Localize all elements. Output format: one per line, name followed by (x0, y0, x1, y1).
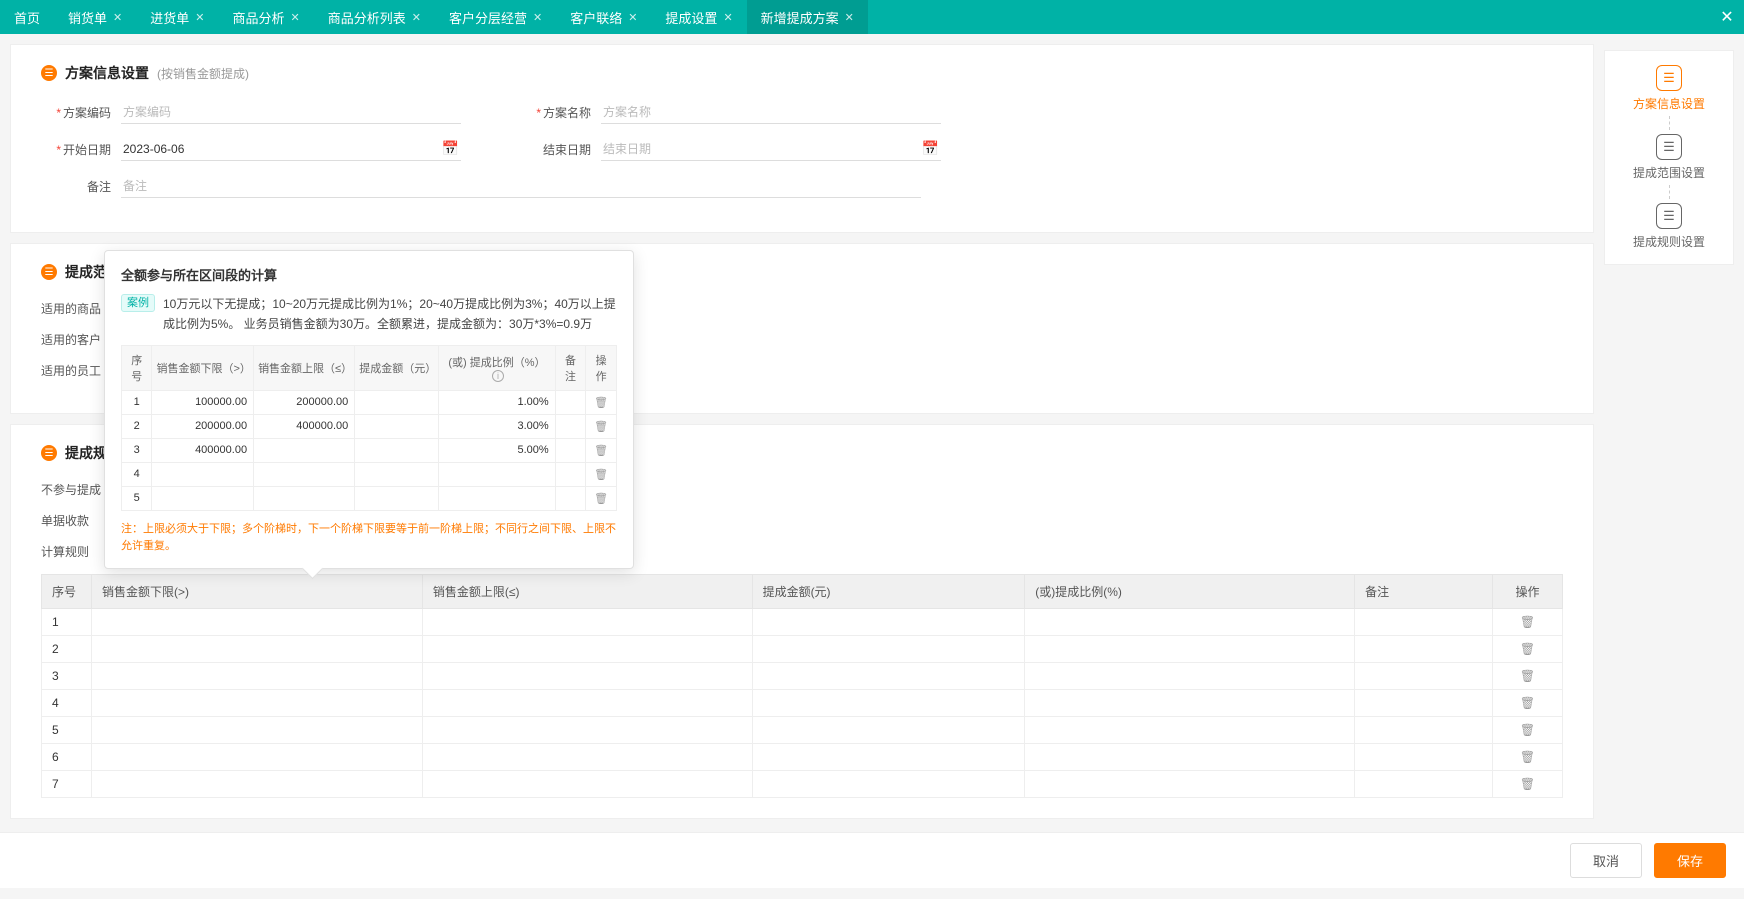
table-row: 1100000.00200000.001.00%🗑 (122, 390, 617, 414)
table-row: 3400000.005.00%🗑 (122, 438, 617, 462)
close-icon[interactable]: ✕ (723, 11, 732, 24)
example-table: 序号 销售金额下限（>） 销售金额上限（≤） 提成金额（元） (或) 提成比例（… (121, 345, 617, 511)
tab-product-analysis-list[interactable]: 商品分析列表✕ (314, 0, 435, 34)
tab-new-commission-plan[interactable]: 新增提成方案✕ (747, 0, 868, 34)
tab-commission-settings[interactable]: 提成设置✕ (651, 0, 746, 34)
input-remark[interactable] (121, 175, 921, 198)
tabbar-close-icon[interactable]: ✕ (1710, 0, 1744, 34)
label-start-date: 开始日期 (41, 141, 111, 158)
delete-icon[interactable]: 🗑 (1520, 642, 1535, 656)
input-plan-code[interactable] (121, 101, 461, 124)
th-amount: 提成金额(元) (752, 575, 1025, 609)
side-nav-scope[interactable]: ☰ 提成范围设置 (1611, 134, 1727, 181)
th-lower: 销售金额下限（>） (152, 345, 254, 390)
delete-icon[interactable]: 🗑 (594, 421, 608, 433)
table-row: 4🗑 (122, 462, 617, 486)
th-rate: (或) 提成比例（%）i (439, 345, 556, 390)
delete-icon[interactable]: 🗑 (594, 445, 608, 457)
calendar-icon[interactable]: 📅 (922, 140, 939, 157)
table-row[interactable]: 3🗑 (42, 663, 1563, 690)
tab-customer-tier[interactable]: 客户分层经营✕ (435, 0, 556, 34)
th-index: 序号 (122, 345, 152, 390)
delete-icon[interactable]: 🗑 (1520, 615, 1535, 629)
popover-note: 注：上限必须大于下限；多个阶梯时，下一个阶梯下限要等于前一阶梯上限；不同行之间下… (121, 521, 617, 556)
nav-icon: ☰ (1656, 65, 1682, 91)
th-remark: 备注 (1355, 575, 1493, 609)
section-icon: ☰ (41, 65, 57, 81)
delete-icon[interactable]: 🗑 (594, 469, 608, 481)
calendar-icon[interactable]: 📅 (442, 140, 459, 157)
cancel-button[interactable]: 取消 (1570, 843, 1642, 878)
tab-product-analysis[interactable]: 商品分析✕ (218, 0, 313, 34)
side-nav-rules[interactable]: ☰ 提成规则设置 (1611, 203, 1727, 250)
input-start-date[interactable] (121, 138, 461, 161)
delete-icon[interactable]: 🗑 (1520, 777, 1535, 791)
label-calc-rule: 计算规则 (41, 543, 89, 560)
table-row[interactable]: 4🗑 (42, 690, 1563, 717)
footer-bar: 取消 保存 (0, 832, 1744, 888)
th-upper: 销售金额上限（≤） (254, 345, 355, 390)
table-row[interactable]: 7🗑 (42, 771, 1563, 798)
th-amount: 提成金额（元） (355, 345, 439, 390)
table-row: 2200000.00400000.003.00%🗑 (122, 414, 617, 438)
table-row: 5🗑 (122, 486, 617, 510)
delete-icon[interactable]: 🗑 (1520, 669, 1535, 683)
commission-rule-table: 序号 销售金额下限(>) 销售金额上限(≤) 提成金额(元) (或)提成比例(%… (41, 574, 1563, 798)
table-row[interactable]: 6🗑 (42, 744, 1563, 771)
nav-icon: ☰ (1656, 203, 1682, 229)
delete-icon[interactable]: 🗑 (1520, 750, 1535, 764)
input-end-date[interactable] (601, 138, 941, 161)
close-icon[interactable]: ✕ (291, 11, 300, 24)
delete-icon[interactable]: 🗑 (1520, 723, 1535, 737)
save-button[interactable]: 保存 (1654, 843, 1726, 878)
close-icon[interactable]: ✕ (412, 11, 421, 24)
side-anchor-nav: ☰ 方案信息设置 ☰ 提成范围设置 ☰ 提成规则设置 (1604, 50, 1734, 265)
close-icon[interactable]: ✕ (845, 11, 854, 24)
tab-home[interactable]: 首页 (0, 0, 54, 34)
label-plan-name: 方案名称 (521, 104, 591, 121)
case-tag: 案例 (121, 294, 155, 312)
label-remark: 备注 (41, 178, 111, 195)
label-end-date: 结束日期 (521, 141, 591, 158)
close-icon[interactable]: ✕ (113, 11, 122, 24)
side-nav-plan-info[interactable]: ☰ 方案信息设置 (1611, 65, 1727, 112)
th-action: 操作 (1493, 575, 1563, 609)
nav-icon: ☰ (1656, 134, 1682, 160)
th-rate: (或)提成比例(%) (1025, 575, 1355, 609)
delete-icon[interactable]: 🗑 (594, 493, 608, 505)
th-upper: 销售金额上限(≤) (422, 575, 752, 609)
table-row[interactable]: 2🗑 (42, 636, 1563, 663)
input-plan-name[interactable] (601, 101, 941, 124)
tab-purchase-order[interactable]: 进货单✕ (136, 0, 218, 34)
table-row[interactable]: 1🗑 (42, 609, 1563, 636)
example-popover: 全额参与所在区间段的计算 案例 10万元以下无提成；10~20万元提成比例为1%… (104, 250, 634, 569)
close-icon[interactable]: ✕ (628, 11, 637, 24)
panel-plan-info: ☰ 方案信息设置 (按销售金额提成) 方案编码 方案名称 开始日期 📅 (10, 44, 1594, 233)
tab-customer-contact[interactable]: 客户联络✕ (556, 0, 651, 34)
delete-icon[interactable]: 🗑 (594, 397, 608, 409)
th-remark: 备注 (555, 345, 585, 390)
tab-sales-order[interactable]: 销货单✕ (54, 0, 136, 34)
popover-title: 全额参与所在区间段的计算 (121, 265, 617, 284)
label-plan-code: 方案编码 (41, 104, 111, 121)
info-icon[interactable]: i (492, 370, 504, 382)
section-icon: ☰ (41, 445, 57, 461)
tab-bar: 首页 销货单✕ 进货单✕ 商品分析✕ 商品分析列表✕ 客户分层经营✕ 客户联络✕… (0, 0, 1744, 34)
th-index: 序号 (42, 575, 92, 609)
close-icon[interactable]: ✕ (195, 11, 204, 24)
case-text: 10万元以下无提成；10~20万元提成比例为1%；20~40万提成比例为3%；4… (163, 294, 617, 335)
th-action: 操作 (586, 345, 617, 390)
table-row[interactable]: 5🗑 (42, 717, 1563, 744)
delete-icon[interactable]: 🗑 (1520, 696, 1535, 710)
close-icon[interactable]: ✕ (533, 11, 542, 24)
panel-subtitle: (按销售金额提成) (157, 65, 249, 82)
th-lower: 销售金额下限(>) (92, 575, 423, 609)
section-icon: ☰ (41, 264, 57, 280)
panel-title: 方案信息设置 (65, 63, 149, 83)
